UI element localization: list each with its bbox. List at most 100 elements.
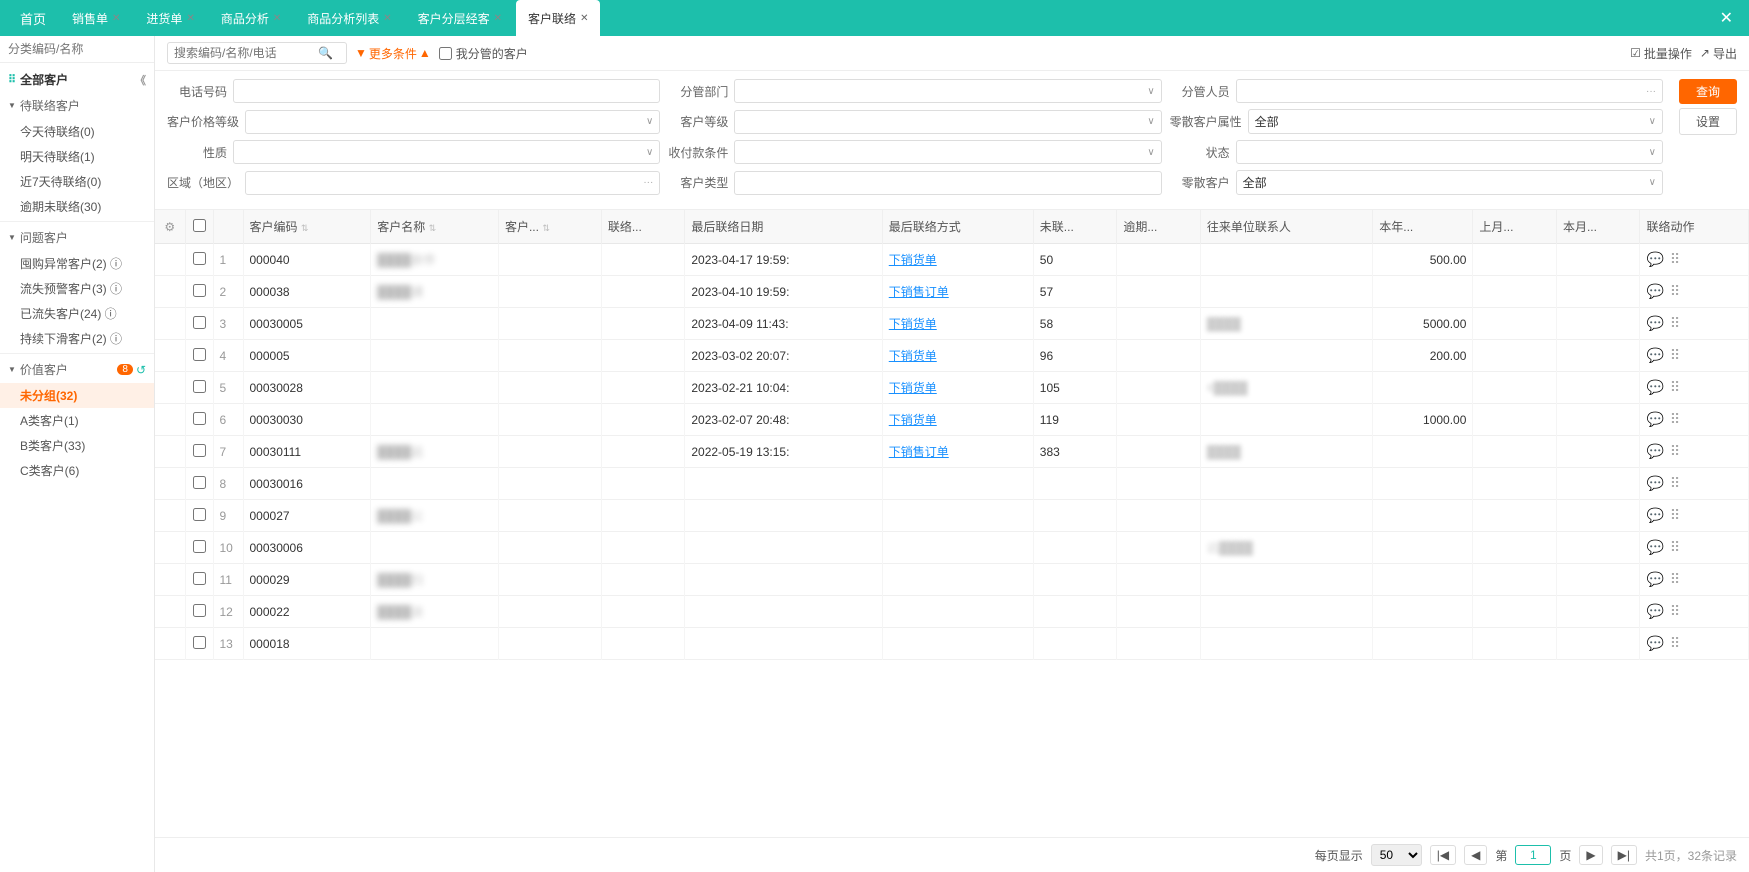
row-checkbox[interactable] bbox=[193, 412, 206, 425]
price-level-select[interactable]: ∨ bbox=[245, 110, 660, 134]
grid-action-icon[interactable]: ⠿ bbox=[1670, 347, 1680, 364]
row-checkbox-cell[interactable] bbox=[185, 340, 213, 372]
row-checkbox-cell[interactable] bbox=[185, 404, 213, 436]
chat-icon[interactable]: 💬 bbox=[1646, 411, 1663, 428]
col-overdue[interactable]: 逾期... bbox=[1117, 210, 1201, 244]
page-input[interactable] bbox=[1515, 845, 1551, 865]
row-checkbox[interactable] bbox=[193, 636, 206, 649]
sidebar-item-week[interactable]: 近7天待联络(0) bbox=[0, 169, 154, 194]
close-contact-tab-icon[interactable]: ✕ bbox=[580, 13, 588, 24]
chat-icon[interactable]: 💬 bbox=[1646, 443, 1663, 460]
first-page-btn[interactable]: |◀ bbox=[1430, 845, 1456, 865]
col-not-contact[interactable]: 未联... bbox=[1033, 210, 1117, 244]
row-last-way[interactable]: 下销货单 bbox=[882, 404, 1033, 436]
grid-action-icon[interactable]: ⠿ bbox=[1670, 411, 1680, 428]
sidebar-item-declining[interactable]: 持续下滑客户(2) ⓘ bbox=[0, 326, 154, 351]
refresh-icon[interactable]: ↺ bbox=[136, 363, 146, 377]
grid-action-icon[interactable]: ⠿ bbox=[1670, 571, 1680, 588]
col-this-year[interactable]: 本年... bbox=[1373, 210, 1473, 244]
chat-icon[interactable]: 💬 bbox=[1646, 379, 1663, 396]
nav-tab-product-analysis[interactable]: 商品分析 ✕ bbox=[209, 0, 293, 36]
contact-way-link[interactable]: 下销售订单 bbox=[889, 285, 949, 299]
next-page-btn[interactable]: ▶ bbox=[1579, 845, 1602, 865]
chat-icon[interactable]: 💬 bbox=[1646, 603, 1663, 620]
sidebar-item-b-class[interactable]: B类客户(33) bbox=[0, 433, 154, 458]
nav-tab-customer-segment[interactable]: 客户分层经客 ✕ bbox=[406, 0, 514, 36]
retail-attr-select[interactable]: 全部∨ bbox=[1248, 109, 1663, 134]
sidebar-search-input[interactable] bbox=[8, 42, 155, 56]
sidebar-search-box[interactable]: 🔍 bbox=[0, 36, 154, 63]
my-customers-checkbox-label[interactable]: 我分管的客户 bbox=[439, 45, 528, 62]
chat-icon[interactable]: 💬 bbox=[1646, 507, 1663, 524]
row-last-way[interactable] bbox=[882, 468, 1033, 500]
sidebar-item-unclassified[interactable]: 未分组(32) bbox=[0, 383, 154, 408]
main-search-box[interactable]: 🔍 bbox=[167, 42, 347, 64]
row-last-way[interactable]: 下销售订单 bbox=[882, 436, 1033, 468]
chat-icon[interactable]: 💬 bbox=[1646, 571, 1663, 588]
sidebar-item-a-class[interactable]: A类客户(1) bbox=[0, 408, 154, 433]
grid-action-icon[interactable]: ⠿ bbox=[1670, 251, 1680, 268]
per-page-select[interactable]: 50 100 bbox=[1371, 844, 1422, 866]
col-gear[interactable]: ⚙ bbox=[155, 210, 185, 244]
close-product-analysis-tab-icon[interactable]: ✕ bbox=[273, 13, 281, 24]
grid-action-icon[interactable]: ⠿ bbox=[1670, 315, 1680, 332]
contact-way-link[interactable]: 下销货单 bbox=[889, 317, 937, 331]
sidebar-item-overdue[interactable]: 逾期未联络(30) bbox=[0, 194, 154, 219]
row-checkbox-cell[interactable] bbox=[185, 596, 213, 628]
main-search-icon[interactable]: 🔍 bbox=[318, 46, 333, 60]
sidebar-item-churn-warning[interactable]: 流失预警客户(3) ⓘ bbox=[0, 276, 154, 301]
sidebar-item-tomorrow[interactable]: 明天待联络(1) bbox=[0, 144, 154, 169]
contact-way-link[interactable]: 下销货单 bbox=[889, 253, 937, 267]
status-select[interactable]: ∨ bbox=[1236, 140, 1663, 164]
nav-tab-sales[interactable]: 销售单 ✕ bbox=[60, 0, 132, 36]
chat-icon[interactable]: 💬 bbox=[1646, 251, 1663, 268]
chat-icon[interactable]: 💬 bbox=[1646, 283, 1663, 300]
my-customers-checkbox[interactable] bbox=[439, 47, 452, 60]
row-last-way[interactable] bbox=[882, 596, 1033, 628]
row-checkbox[interactable] bbox=[193, 444, 206, 457]
row-checkbox[interactable] bbox=[193, 284, 206, 297]
row-checkbox-cell[interactable] bbox=[185, 500, 213, 532]
row-checkbox-cell[interactable] bbox=[185, 372, 213, 404]
sidebar-group-problem[interactable]: ▼ 问题客户 bbox=[0, 224, 154, 251]
chat-icon[interactable]: 💬 bbox=[1646, 539, 1663, 556]
chat-icon[interactable]: 💬 bbox=[1646, 315, 1663, 332]
row-checkbox-cell[interactable] bbox=[185, 244, 213, 276]
row-checkbox[interactable] bbox=[193, 604, 206, 617]
dept-select[interactable]: ∨ bbox=[734, 79, 1161, 103]
nature-select[interactable]: ∨ bbox=[233, 140, 660, 164]
row-last-way[interactable] bbox=[882, 500, 1033, 532]
prev-page-btn[interactable]: ◀ bbox=[1464, 845, 1487, 865]
grid-action-icon[interactable]: ⠿ bbox=[1670, 539, 1680, 556]
person-select[interactable]: ··· bbox=[1236, 79, 1663, 103]
row-last-way[interactable] bbox=[882, 628, 1033, 660]
row-checkbox-cell[interactable] bbox=[185, 532, 213, 564]
col-this-month[interactable]: 本月... bbox=[1556, 210, 1640, 244]
row-last-way[interactable]: 下销货单 bbox=[882, 340, 1033, 372]
all-customers-header[interactable]: ⠿ 全部客户 《 bbox=[0, 63, 154, 92]
sidebar-group-value[interactable]: ▼ 价值客户 8 ↺ bbox=[0, 356, 154, 383]
payment-select[interactable]: ∨ bbox=[734, 140, 1161, 164]
row-last-way[interactable]: 下销售订单 bbox=[882, 276, 1033, 308]
query-button[interactable]: 查询 bbox=[1679, 79, 1737, 104]
row-checkbox-cell[interactable] bbox=[185, 308, 213, 340]
nav-tab-customer-contact[interactable]: 客户联络 ✕ bbox=[516, 0, 600, 36]
contact-way-link[interactable]: 下销售订单 bbox=[889, 445, 949, 459]
grid-action-icon[interactable]: ⠿ bbox=[1670, 443, 1680, 460]
reset-button[interactable]: 设置 bbox=[1679, 108, 1737, 135]
row-checkbox[interactable] bbox=[193, 508, 206, 521]
customer-level-select[interactable]: ∨ bbox=[734, 110, 1161, 134]
row-last-way[interactable]: 下销货单 bbox=[882, 308, 1033, 340]
nav-home[interactable]: 首页 bbox=[8, 9, 58, 28]
chat-icon[interactable]: 💬 bbox=[1646, 347, 1663, 364]
grid-action-icon[interactable]: ⠿ bbox=[1670, 475, 1680, 492]
grid-action-icon[interactable]: ⠿ bbox=[1670, 603, 1680, 620]
chat-icon[interactable]: 💬 bbox=[1646, 635, 1663, 652]
row-checkbox[interactable] bbox=[193, 476, 206, 489]
nav-tab-purchase[interactable]: 进货单 ✕ bbox=[134, 0, 206, 36]
sidebar-item-c-class[interactable]: C类客户(6) bbox=[0, 458, 154, 483]
row-checkbox-cell[interactable] bbox=[185, 564, 213, 596]
close-purchase-tab-icon[interactable]: ✕ bbox=[186, 13, 194, 24]
chat-icon[interactable]: 💬 bbox=[1646, 475, 1663, 492]
row-checkbox-cell[interactable] bbox=[185, 628, 213, 660]
